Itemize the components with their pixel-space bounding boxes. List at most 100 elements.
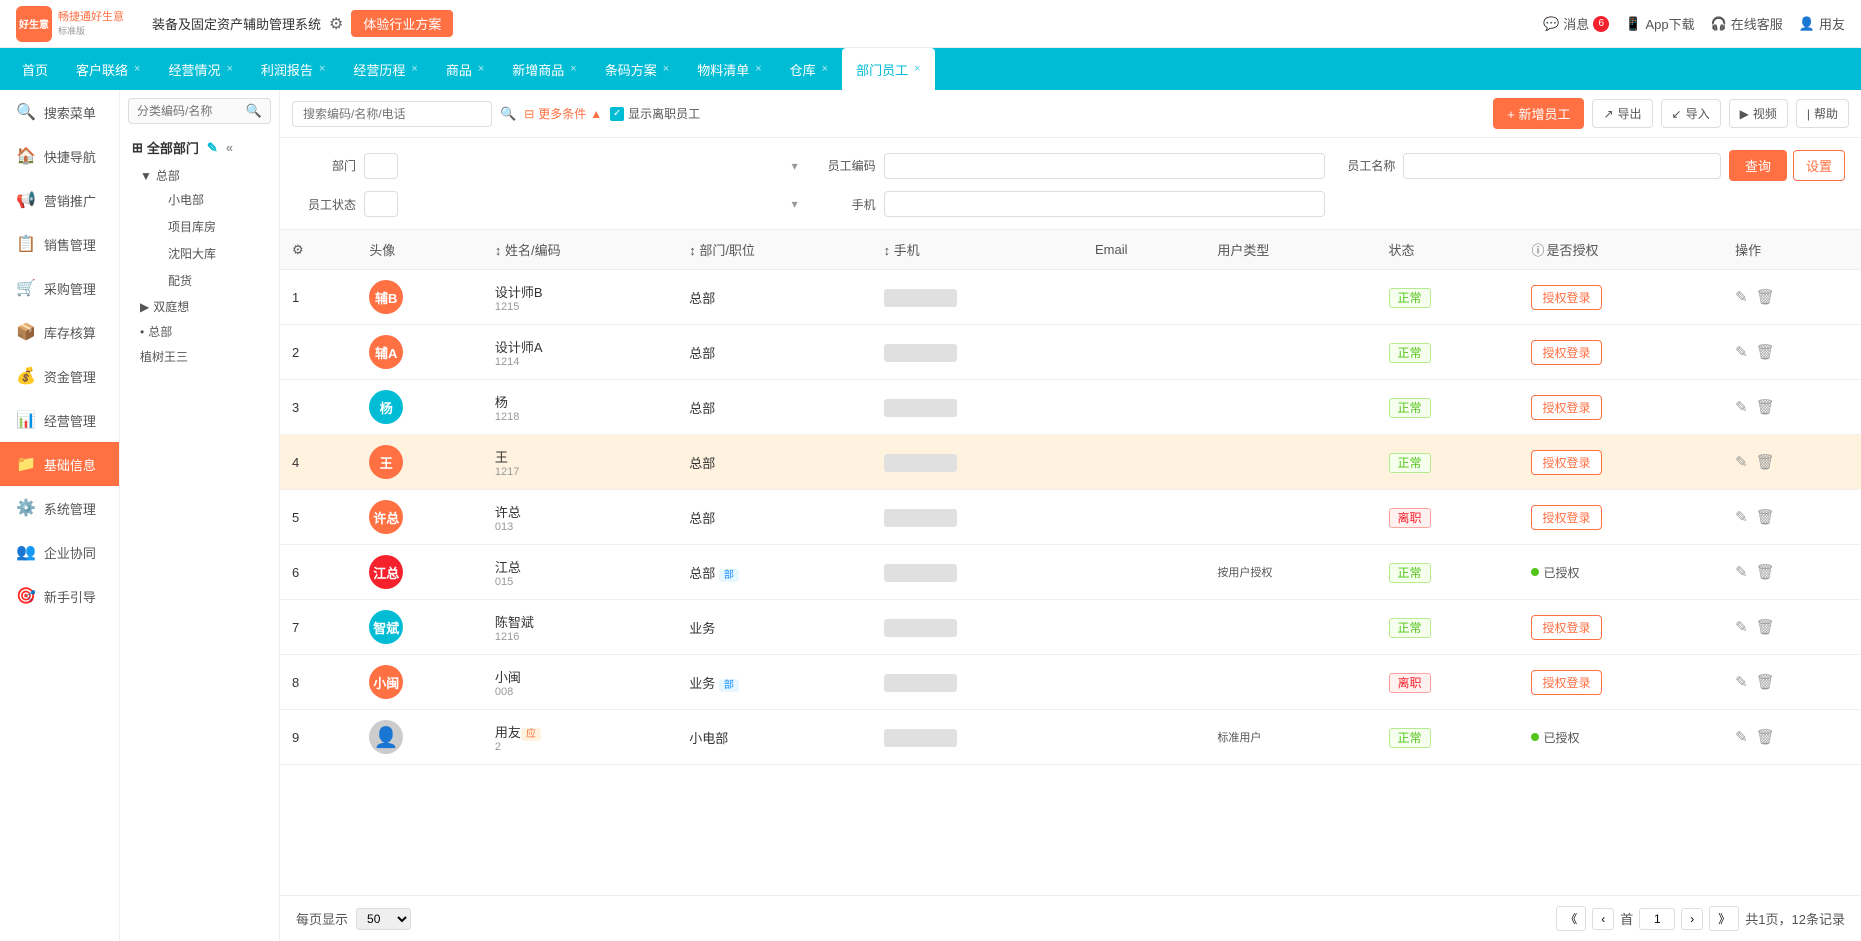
dept-item-delivery[interactable]: 配货: [152, 267, 271, 294]
delete-icon[interactable]: 🗑: [1756, 673, 1775, 691]
nav-goods[interactable]: 商品 ×: [432, 48, 498, 90]
close-icon[interactable]: ×: [319, 63, 325, 75]
auth-button[interactable]: 授权登录: [1531, 340, 1601, 365]
auth-button[interactable]: 授权登录: [1531, 285, 1601, 310]
close-icon[interactable]: ×: [411, 63, 417, 75]
dept-item-small-electric[interactable]: 小电部: [152, 186, 271, 213]
export-button[interactable]: ↗ 导出: [1592, 99, 1652, 128]
close-icon[interactable]: ×: [570, 63, 576, 75]
dept-search-input[interactable]: [137, 104, 246, 118]
delete-icon[interactable]: 🗑: [1756, 728, 1775, 746]
nav-bom[interactable]: 物料清单 ×: [683, 48, 775, 90]
online-service-item[interactable]: 🎧 在线客服: [1711, 14, 1783, 33]
status-select[interactable]: [364, 191, 398, 217]
more-filters-btn[interactable]: ⊟ 更多条件 ▲: [524, 105, 602, 122]
col-name[interactable]: ↕ 姓名/编码: [483, 230, 677, 270]
emp-name-input[interactable]: [1403, 153, 1721, 179]
experience-button[interactable]: 体验行业方案: [351, 10, 453, 37]
last-page-button[interactable]: 》: [1709, 906, 1739, 931]
auth-button[interactable]: 授权登录: [1531, 395, 1601, 420]
settings-button[interactable]: 设置: [1793, 150, 1845, 181]
nav-home[interactable]: 首页: [8, 48, 62, 90]
auth-button[interactable]: 授权登录: [1531, 450, 1601, 475]
import-button[interactable]: ↙ 导入: [1661, 99, 1721, 128]
menu-marketing[interactable]: 📢 营销推广: [0, 178, 119, 222]
menu-sales[interactable]: 📋 销售管理: [0, 222, 119, 266]
edit-icon[interactable]: ✎: [1735, 508, 1748, 526]
close-icon[interactable]: ×: [755, 63, 761, 75]
menu-inventory[interactable]: 📦 库存核算: [0, 310, 119, 354]
delete-icon[interactable]: 🗑: [1756, 508, 1775, 526]
menu-finance[interactable]: 💰 资金管理: [0, 354, 119, 398]
help-button[interactable]: | 帮助: [1796, 99, 1849, 128]
delete-icon[interactable]: 🗑: [1756, 343, 1775, 361]
close-icon[interactable]: ×: [478, 63, 484, 75]
col-dept[interactable]: ↕ 部门/职位: [677, 230, 871, 270]
nav-operation[interactable]: 经营情况 ×: [154, 48, 246, 90]
dept-edit-icon[interactable]: ✎: [207, 140, 218, 156]
dept-search-box[interactable]: 🔍: [128, 98, 271, 124]
message-item[interactable]: 💬 消息 6: [1543, 14, 1609, 33]
edit-icon[interactable]: ✎: [1735, 453, 1748, 471]
per-page-select[interactable]: 50 20 100: [356, 908, 411, 930]
auth-button[interactable]: 授权登录: [1531, 505, 1601, 530]
query-button[interactable]: 查询: [1729, 150, 1787, 181]
edit-icon[interactable]: ✎: [1735, 288, 1748, 306]
menu-collab[interactable]: 👥 企业协同: [0, 530, 119, 574]
menu-system[interactable]: ⚙️ 系统管理: [0, 486, 119, 530]
app-download-item[interactable]: 📱 App下载: [1625, 14, 1694, 33]
auth-button[interactable]: 授权登录: [1531, 670, 1601, 695]
close-icon[interactable]: ×: [226, 63, 232, 75]
menu-search[interactable]: 🔍 搜索菜单: [0, 90, 119, 134]
search-icon-btn[interactable]: 🔍: [500, 106, 516, 122]
edit-icon[interactable]: ✎: [1735, 563, 1748, 581]
col-phone[interactable]: ↕ 手机: [872, 230, 1083, 270]
info-icon[interactable]: ⓘ: [1531, 243, 1544, 258]
view-button[interactable]: ▶ 视频: [1729, 99, 1788, 128]
menu-nav[interactable]: 🏠 快捷导航: [0, 134, 119, 178]
nav-add-goods[interactable]: 新增商品 ×: [498, 48, 590, 90]
dept-group-hq[interactable]: ▼ 总部: [136, 163, 271, 186]
edit-icon[interactable]: ✎: [1735, 618, 1748, 636]
nav-dept-employee[interactable]: 部门员工 ×: [842, 48, 934, 90]
edit-icon[interactable]: ✎: [1735, 728, 1748, 746]
edit-icon[interactable]: ✎: [1735, 343, 1748, 361]
edit-icon[interactable]: ✎: [1735, 673, 1748, 691]
prev-page-button[interactable]: ‹: [1592, 908, 1614, 930]
edit-icon[interactable]: ✎: [1735, 398, 1748, 416]
dept-group-shuangling[interactable]: ▶ 双庭想: [136, 294, 271, 319]
phone-input[interactable]: [884, 191, 1326, 217]
nav-warehouse[interactable]: 仓库 ×: [776, 48, 842, 90]
nav-profit[interactable]: 利润报告 ×: [247, 48, 339, 90]
delete-icon[interactable]: 🗑: [1756, 288, 1775, 306]
gear-button[interactable]: ⚙: [329, 14, 343, 34]
add-employee-button[interactable]: + 新增员工: [1493, 98, 1584, 129]
close-icon[interactable]: ×: [822, 63, 828, 75]
close-icon[interactable]: ×: [663, 63, 669, 75]
dept-item-shenyang[interactable]: 沈阳大库: [152, 240, 271, 267]
delete-icon[interactable]: 🗑: [1756, 453, 1775, 471]
page-input[interactable]: [1639, 908, 1675, 930]
menu-basic[interactable]: 📁 基础信息: [0, 442, 119, 486]
dept-group-headquarters[interactable]: • 总部: [136, 319, 271, 344]
next-page-button[interactable]: ›: [1681, 908, 1703, 930]
first-page-button[interactable]: 《: [1556, 906, 1586, 931]
show-inactive-toggle[interactable]: ✓ 显示离职员工: [610, 105, 700, 122]
nav-history[interactable]: 经营历程 ×: [339, 48, 431, 90]
dept-all-header[interactable]: ⊞ 全部部门 ✎ «: [128, 132, 271, 163]
dept-collapse-icon[interactable]: «: [226, 140, 233, 155]
search-input[interactable]: [292, 101, 492, 127]
delete-icon[interactable]: 🗑: [1756, 618, 1775, 636]
menu-guide[interactable]: 🎯 新手引导: [0, 574, 119, 618]
nav-barcode[interactable]: 条码方案 ×: [591, 48, 683, 90]
user-item[interactable]: 👤 用友: [1799, 14, 1845, 33]
dept-item-project[interactable]: 项目库房: [152, 213, 271, 240]
close-icon[interactable]: ×: [134, 63, 140, 75]
close-icon[interactable]: ×: [914, 63, 920, 75]
delete-icon[interactable]: 🗑: [1756, 398, 1775, 416]
dept-select[interactable]: [364, 153, 398, 179]
menu-purchase[interactable]: 🛒 采购管理: [0, 266, 119, 310]
delete-icon[interactable]: 🗑: [1756, 563, 1775, 581]
nav-customer[interactable]: 客户联络 ×: [62, 48, 154, 90]
dept-item-zhushu[interactable]: 植树王三: [136, 344, 271, 369]
